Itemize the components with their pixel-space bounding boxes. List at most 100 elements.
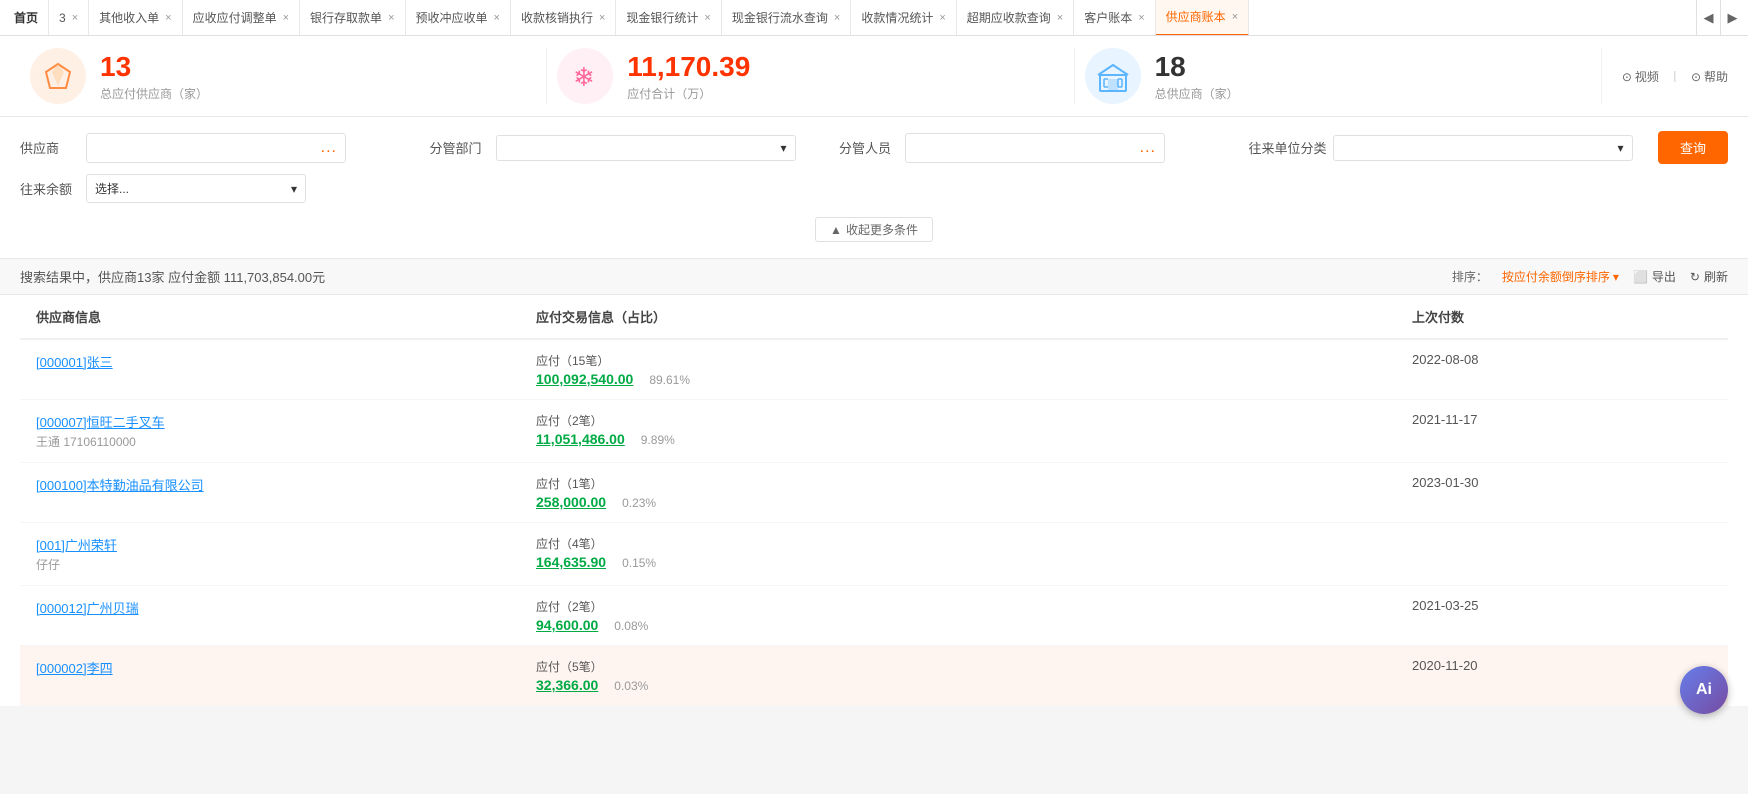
nav-tab-3-close[interactable]: × <box>72 12 78 24</box>
data-table: 供应商信息 应付交易信息（占比） 上次付数 [000001]张三 应付（15笔）… <box>0 295 1748 706</box>
nav-tab-receipt-stats-close[interactable]: × <box>939 12 945 24</box>
sort-label: 排序： <box>1452 268 1488 285</box>
nav-tab-other-income[interactable]: 其他收入单 × <box>89 0 182 36</box>
export-icon: ⬜ <box>1633 270 1648 284</box>
dept-filter-label: 分管部门 <box>430 138 490 157</box>
stats-bar: 13 总应付供应商（家） ❄ 11,170.39 应付合计（万） <box>0 36 1748 117</box>
category-filter-select[interactable]: ▾ <box>1333 135 1633 161</box>
txn-info-cell: 应付（15笔） 100,092,540.00 89.61% <box>536 352 1412 387</box>
stat-total-suppliers-value: 18 <box>1155 50 1239 84</box>
txn-amount-6[interactable]: 32,366.00 <box>536 677 598 693</box>
txn-amount-4[interactable]: 164,635.90 <box>536 554 606 570</box>
stat-ap-total-value: 11,170.39 <box>627 50 750 84</box>
sort-select[interactable]: 按应付余额倒序排序 ▾ <box>1502 268 1619 285</box>
table-row: [000100]本特勤油品有限公司 应付（1笔） 258,000.00 0.23… <box>20 463 1728 523</box>
supplier-link-000012[interactable]: [000012]广州贝瑞 <box>36 598 536 617</box>
nav-tab-home[interactable]: 首页 <box>4 0 49 36</box>
person-filter-input[interactable]: ... <box>905 133 1165 163</box>
stat-total-suppliers-label: 总供应商（家） <box>1155 85 1239 102</box>
supplier-filter-input[interactable]: ... <box>86 133 346 163</box>
filter-group-person: 分管人员 ... <box>839 133 1239 163</box>
results-bar: 搜索结果中，供应商13家 应付金额 111,703,854.00元 排序： 按应… <box>0 259 1748 295</box>
txn-amount-3[interactable]: 258,000.00 <box>536 494 606 510</box>
filter-group-supplier: 供应商 ... <box>20 133 420 163</box>
col-header-txn: 应付交易信息（占比） <box>536 307 1412 326</box>
supplier-link-001[interactable]: [001]广州荣轩 <box>36 535 536 554</box>
supplier-info-cell: [000007]恒旺二手叉车 王通 17106110000 <box>36 412 536 450</box>
nav-next-button[interactable]: ▶ <box>1720 0 1744 36</box>
filter-area: 供应商 ... 分管部门 ▾ 分管人员 ... 往来单位分类 ▾ <box>0 117 1748 259</box>
nav-prev-button[interactable]: ◀ <box>1696 0 1720 36</box>
txn-amount-5[interactable]: 94,600.00 <box>536 617 598 633</box>
sort-dropdown-icon: ▾ <box>1613 270 1619 284</box>
nav-tab-overdue-ar[interactable]: 超期应收款查询 × <box>957 0 1074 36</box>
supplier-input-dots[interactable]: ... <box>321 139 337 157</box>
video-link[interactable]: ⊙视频 <box>1622 68 1659 85</box>
table-row: [000007]恒旺二手叉车 王通 17106110000 应付（2笔） 11,… <box>20 400 1728 463</box>
txn-label-6: 应付（5笔） <box>536 658 1412 675</box>
ai-assistant-button[interactable]: Ai <box>1680 666 1728 714</box>
nav-tab-receipt-write-off-close[interactable]: × <box>599 12 605 24</box>
nav-tab-cash-bank-stats[interactable]: 现金银行统计 × <box>616 0 721 36</box>
collapse-button[interactable]: ▲ 收起更多条件 <box>815 217 933 242</box>
stat-ap-total: ❄ 11,170.39 应付合计（万） <box>547 48 1074 104</box>
nav-tab-receipt-write-off-label: 收款核销执行 <box>521 9 593 26</box>
supplier-link-000007[interactable]: [000007]恒旺二手叉车 <box>36 412 536 431</box>
nav-tab-ar-ap-adjust[interactable]: 应收应付调整单 × <box>183 0 300 36</box>
last-pay-6: 2020-11-20 <box>1412 658 1712 673</box>
dept-filter-select[interactable]: ▾ <box>496 135 796 161</box>
balance-filter-select[interactable]: 选择... ▾ <box>86 174 306 203</box>
stat-suppliers-payable-value: 13 <box>100 50 208 84</box>
nav-tab-advance-receive[interactable]: 预收冲应收单 × <box>406 0 511 36</box>
category-dropdown-icon: ▾ <box>1617 141 1623 155</box>
col-header-supplier: 供应商信息 <box>36 307 536 326</box>
last-pay-5: 2021-03-25 <box>1412 598 1712 613</box>
nav-tab-other-income-label: 其他收入单 <box>99 9 159 26</box>
supplier-link-000002[interactable]: [000002]李四 <box>36 658 536 677</box>
supplier-info-cell: [000002]李四 <box>36 658 536 677</box>
supplier-link-000100[interactable]: [000100]本特勤油品有限公司 <box>36 475 536 494</box>
nav-tab-supplier-ledger[interactable]: 供应商账本 × <box>1156 0 1249 36</box>
supplier-info-cell: [000100]本特勤油品有限公司 <box>36 475 536 494</box>
txn-amount-1[interactable]: 100,092,540.00 <box>536 371 633 387</box>
nav-tab-customer-ledger-close[interactable]: × <box>1138 12 1144 24</box>
nav-tab-3[interactable]: 3 × <box>49 0 89 36</box>
supplier-link-000001[interactable]: [000001]张三 <box>36 352 536 371</box>
category-filter-label: 往来单位分类 <box>1249 138 1327 157</box>
nav-tab-advance-receive-close[interactable]: × <box>494 12 500 24</box>
nav-tab-receipt-write-off[interactable]: 收款核销执行 × <box>511 0 616 36</box>
txn-label-2: 应付（2笔） <box>536 412 1412 429</box>
nav-tab-overdue-ar-close[interactable]: × <box>1057 12 1063 24</box>
nav-tab-customer-ledger[interactable]: 客户账本 × <box>1074 0 1155 36</box>
nav-arrows: ◀ ▶ <box>1696 0 1744 36</box>
nav-tab-cash-bank-stats-label: 现金银行统计 <box>626 9 698 26</box>
stat-total-suppliers: 18 总供应商（家） <box>1075 48 1602 104</box>
nav-tab-customer-ledger-label: 客户账本 <box>1084 9 1132 26</box>
person-filter-label: 分管人员 <box>839 138 899 157</box>
svg-text:❄: ❄ <box>573 62 595 92</box>
nav-tab-receipt-stats[interactable]: 收款情况统计 × <box>851 0 956 36</box>
nav-tab-bank-deposit[interactable]: 银行存取款单 × <box>300 0 405 36</box>
stat-total-suppliers-content: 18 总供应商（家） <box>1155 50 1239 103</box>
nav-tab-ar-ap-adjust-close[interactable]: × <box>283 12 289 24</box>
stat-suppliers-payable-content: 13 总应付供应商（家） <box>100 50 208 103</box>
nav-tab-cash-bank-stats-close[interactable]: × <box>704 12 710 24</box>
nav-tab-supplier-ledger-close[interactable]: × <box>1232 11 1238 23</box>
query-button[interactable]: 查询 <box>1658 131 1728 164</box>
export-button[interactable]: ⬜ 导出 <box>1633 268 1676 285</box>
nav-tab-cash-bank-flow[interactable]: 现金银行流水查询 × <box>722 0 851 36</box>
nav-tab-bank-deposit-close[interactable]: × <box>388 12 394 24</box>
txn-pct-1: 89.61% <box>649 373 690 387</box>
refresh-button[interactable]: ↻ 刷新 <box>1690 268 1728 285</box>
help-link[interactable]: ⊙帮助 <box>1691 68 1728 85</box>
txn-label-1: 应付（15笔） <box>536 352 1412 369</box>
supplier-info-cell: [001]广州荣轩 仔仔 <box>36 535 536 573</box>
nav-tab-other-income-close[interactable]: × <box>165 12 171 24</box>
txn-amount-2[interactable]: 11,051,486.00 <box>536 431 625 447</box>
person-input-dots[interactable]: ... <box>1140 139 1156 157</box>
results-summary: 搜索结果中，供应商13家 应付金额 111,703,854.00元 <box>20 267 325 286</box>
nav-tab-cash-bank-flow-close[interactable]: × <box>834 12 840 24</box>
nav-tab-home-label: 首页 <box>14 9 38 26</box>
txn-row-5: 94,600.00 0.08% <box>536 617 1412 633</box>
txn-label-4: 应付（4笔） <box>536 535 1412 552</box>
